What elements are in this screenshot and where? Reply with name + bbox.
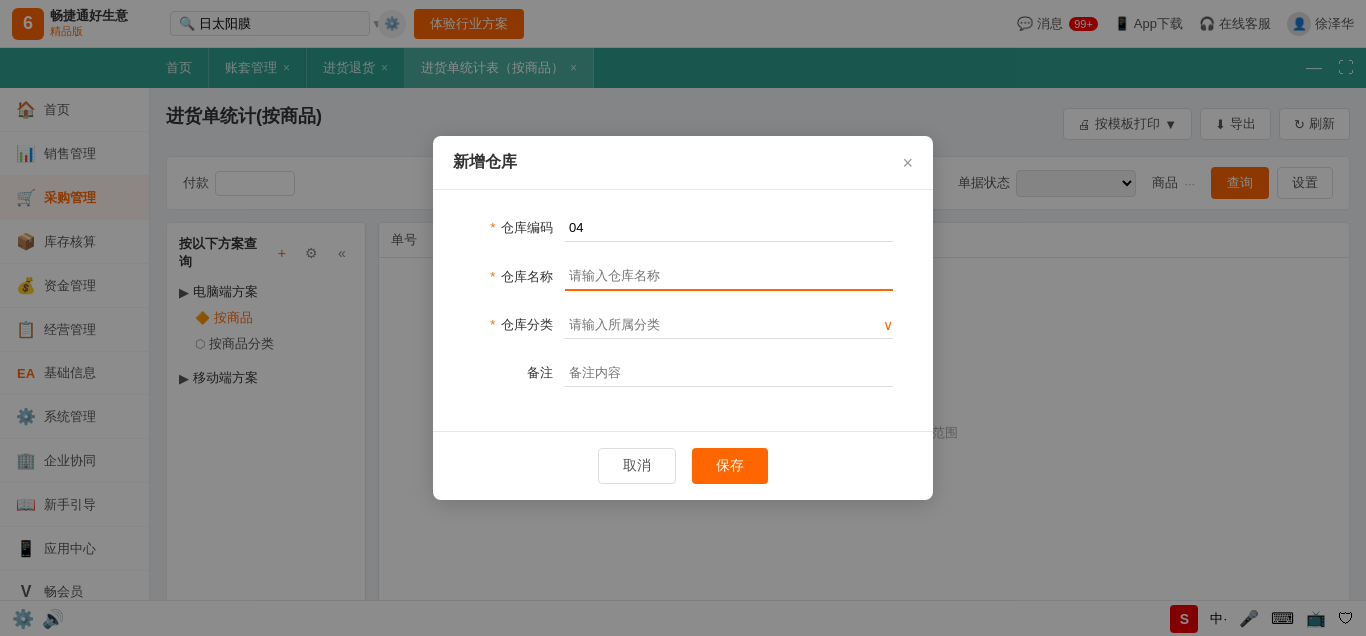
save-btn[interactable]: 保存	[692, 448, 768, 484]
remark-input[interactable]	[565, 359, 893, 387]
category-dropdown-icon[interactable]: ∨	[883, 317, 893, 333]
modal-title: 新增仓库	[453, 152, 517, 173]
warehouse-code-input[interactable]	[565, 214, 893, 242]
warehouse-name-input[interactable]	[565, 262, 893, 291]
form-row-remark: 备注	[473, 359, 893, 387]
cancel-btn[interactable]: 取消	[598, 448, 676, 484]
form-row-code: * 仓库编码	[473, 214, 893, 242]
category-select-wrap: ∨	[565, 311, 893, 339]
modal-footer: 取消 保存	[433, 431, 933, 500]
remark-label: 备注	[473, 364, 553, 382]
category-input[interactable]	[565, 311, 883, 338]
modal-header: 新增仓库 ×	[433, 136, 933, 190]
modal-body: * 仓库编码 * 仓库名称 * 仓库分类	[433, 190, 933, 431]
code-label: * 仓库编码	[473, 219, 553, 237]
name-label: * 仓库名称	[473, 268, 553, 286]
form-row-name: * 仓库名称	[473, 262, 893, 291]
category-label: * 仓库分类	[473, 316, 553, 334]
modal-overlay: 新增仓库 × * 仓库编码 * 仓库名称	[0, 0, 1366, 636]
form-row-category: * 仓库分类 ∨	[473, 311, 893, 339]
modal-close-btn[interactable]: ×	[902, 154, 913, 172]
new-warehouse-modal: 新增仓库 × * 仓库编码 * 仓库名称	[433, 136, 933, 500]
